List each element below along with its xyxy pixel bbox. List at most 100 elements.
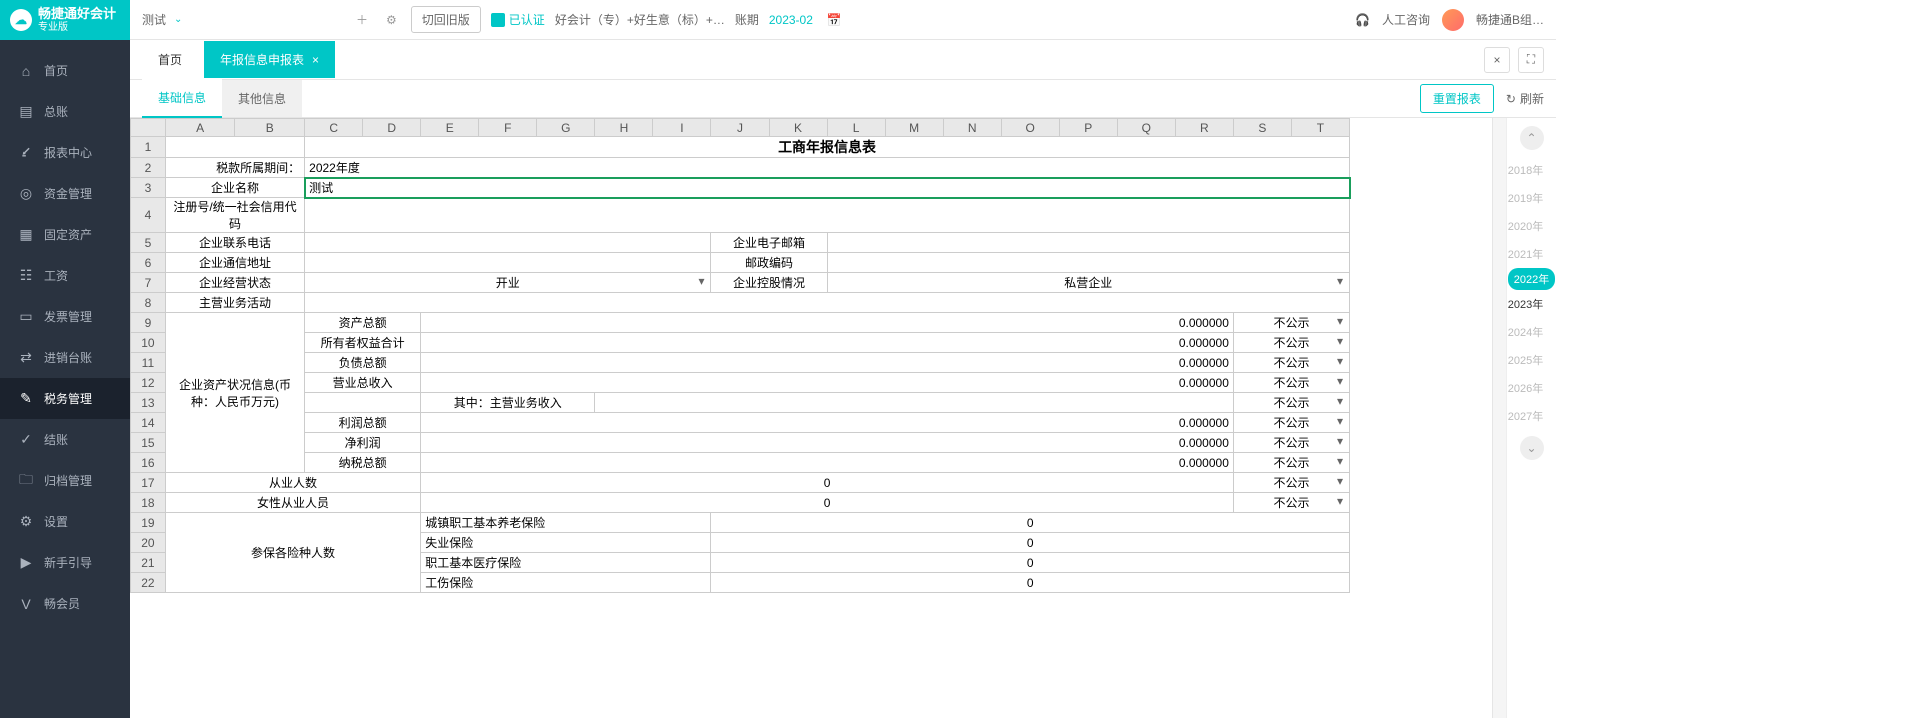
postal-value[interactable] <box>827 253 1349 273</box>
col-header-F[interactable]: F <box>479 119 537 137</box>
col-header-D[interactable]: D <box>363 119 421 137</box>
company-selector[interactable]: 测试 ⌄ <box>142 11 342 28</box>
ins-val-22[interactable]: 0 <box>711 573 1350 593</box>
year-2018年[interactable]: 2018年 <box>1508 156 1555 184</box>
col-header-M[interactable]: M <box>885 119 943 137</box>
metric-val-9[interactable]: 0.000000 <box>421 313 1234 333</box>
email-value[interactable] <box>827 233 1349 253</box>
sidebar-item-2[interactable]: ⭹报表中心 <box>0 132 130 173</box>
row-header-14[interactable]: 14 <box>131 413 166 433</box>
sidebar-item-3[interactable]: ◎资金管理 <box>0 173 130 214</box>
disclose-17[interactable]: 不公示 <box>1233 473 1349 493</box>
status-select[interactable]: 开业 <box>305 273 711 293</box>
sidebar-item-1[interactable]: ▤总账 <box>0 91 130 132</box>
gear-icon[interactable]: ⚙ <box>382 9 401 31</box>
refresh-button[interactable]: ↻ 刷新 <box>1506 90 1544 107</box>
row-header-21[interactable]: 21 <box>131 553 166 573</box>
sidebar-item-8[interactable]: ✎税务管理 <box>0 378 130 419</box>
company-value-cell[interactable]: 测试 <box>305 178 1350 198</box>
row-header-10[interactable]: 10 <box>131 333 166 353</box>
sidebar-item-11[interactable]: ⚙设置 <box>0 501 130 542</box>
row-header-1[interactable]: 1 <box>131 137 166 158</box>
reset-button[interactable]: 重置报表 <box>1420 84 1494 113</box>
add-icon[interactable]: ＋ <box>352 7 372 32</box>
metric-val-16[interactable]: 0.000000 <box>421 453 1234 473</box>
row-header-16[interactable]: 16 <box>131 453 166 473</box>
col-header-S[interactable]: S <box>1233 119 1291 137</box>
col-header-A[interactable]: A <box>165 119 235 137</box>
row-header-5[interactable]: 5 <box>131 233 166 253</box>
spreadsheet[interactable]: ABCDEFGHIJKLMNOPQRST1工商年报信息表2税款所属期间：2022… <box>130 118 1492 718</box>
year-2024年[interactable]: 2024年 <box>1508 318 1555 346</box>
year-2021年[interactable]: 2021年 <box>1508 240 1555 268</box>
row-header-18[interactable]: 18 <box>131 493 166 513</box>
ins-val-19[interactable]: 0 <box>711 513 1350 533</box>
disclose-15[interactable]: 不公示 <box>1233 433 1349 453</box>
sidebar-item-13[interactable]: V畅会员 <box>0 583 130 624</box>
disclose-10[interactable]: 不公示 <box>1233 333 1349 353</box>
year-2022年[interactable]: 2022年 <box>1508 268 1555 290</box>
disclose-12[interactable]: 不公示 <box>1233 373 1349 393</box>
col-header-C[interactable]: C <box>305 119 363 137</box>
subtab-basic[interactable]: 基础信息 <box>142 79 222 118</box>
col-header-Q[interactable]: Q <box>1117 119 1175 137</box>
sidebar-item-10[interactable]: 🗀归档管理 <box>0 460 130 501</box>
metric-val-14[interactable]: 0.000000 <box>421 413 1234 433</box>
row-header-9[interactable]: 9 <box>131 313 166 333</box>
col-header-T[interactable]: T <box>1291 119 1349 137</box>
ins-val-21[interactable]: 0 <box>711 553 1350 573</box>
col-header-E[interactable]: E <box>421 119 479 137</box>
col-header-O[interactable]: O <box>1001 119 1059 137</box>
metric-val-15[interactable]: 0.000000 <box>421 433 1234 453</box>
row-header-8[interactable]: 8 <box>131 293 166 313</box>
avatar[interactable] <box>1442 9 1464 31</box>
emp-value[interactable]: 0 <box>421 473 1234 493</box>
row-header-22[interactable]: 22 <box>131 573 166 593</box>
sidebar-item-4[interactable]: ▦固定资产 <box>0 214 130 255</box>
year-2027年[interactable]: 2027年 <box>1508 402 1555 430</box>
row-header-6[interactable]: 6 <box>131 253 166 273</box>
female-value[interactable]: 0 <box>421 493 1234 513</box>
year-2020年[interactable]: 2020年 <box>1508 212 1555 240</box>
calendar-icon[interactable]: 📅 <box>823 9 846 31</box>
row-header-15[interactable]: 15 <box>131 433 166 453</box>
scrollbar[interactable] <box>1492 118 1506 718</box>
col-header-P[interactable]: P <box>1059 119 1117 137</box>
metric-val-13[interactable] <box>595 393 1234 413</box>
row-header-17[interactable]: 17 <box>131 473 166 493</box>
mainbiz-value[interactable] <box>305 293 1350 313</box>
year-2023年[interactable]: 2023年 <box>1508 290 1555 318</box>
disclose-9[interactable]: 不公示 <box>1233 313 1349 333</box>
corner-cell[interactable] <box>131 119 166 137</box>
sidebar-item-6[interactable]: ▭发票管理 <box>0 296 130 337</box>
col-header-L[interactable]: L <box>827 119 885 137</box>
sidebar-item-0[interactable]: ⌂首页 <box>0 50 130 91</box>
disclose-18[interactable]: 不公示 <box>1233 493 1349 513</box>
col-header-J[interactable]: J <box>711 119 769 137</box>
row-header-13[interactable]: 13 <box>131 393 166 413</box>
row-header-4[interactable]: 4 <box>131 198 166 233</box>
col-header-B[interactable]: B <box>235 119 305 137</box>
col-header-N[interactable]: N <box>943 119 1001 137</box>
period-value[interactable]: 2023-02 <box>769 13 813 27</box>
metric-val-12[interactable]: 0.000000 <box>421 373 1234 393</box>
row-header-12[interactable]: 12 <box>131 373 166 393</box>
user-name[interactable]: 畅捷通B组… <box>1476 11 1544 28</box>
switch-old-button[interactable]: 切回旧版 <box>411 6 481 33</box>
col-header-G[interactable]: G <box>537 119 595 137</box>
col-header-I[interactable]: I <box>653 119 711 137</box>
year-2025年[interactable]: 2025年 <box>1508 346 1555 374</box>
phone-value[interactable] <box>305 233 711 253</box>
col-header-R[interactable]: R <box>1175 119 1233 137</box>
disclose-11[interactable]: 不公示 <box>1233 353 1349 373</box>
disclose-13[interactable]: 不公示 <box>1233 393 1349 413</box>
metric-val-10[interactable]: 0.000000 <box>421 333 1234 353</box>
ins-val-20[interactable]: 0 <box>711 533 1350 553</box>
row-header-19[interactable]: 19 <box>131 513 166 533</box>
disclose-16[interactable]: 不公示 <box>1233 453 1349 473</box>
sidebar-item-7[interactable]: ⇄进销台账 <box>0 337 130 378</box>
sidebar-item-9[interactable]: ✓结账 <box>0 419 130 460</box>
addr-value[interactable] <box>305 253 711 273</box>
year-down-icon[interactable]: ⌄ <box>1520 436 1544 460</box>
col-header-H[interactable]: H <box>595 119 653 137</box>
